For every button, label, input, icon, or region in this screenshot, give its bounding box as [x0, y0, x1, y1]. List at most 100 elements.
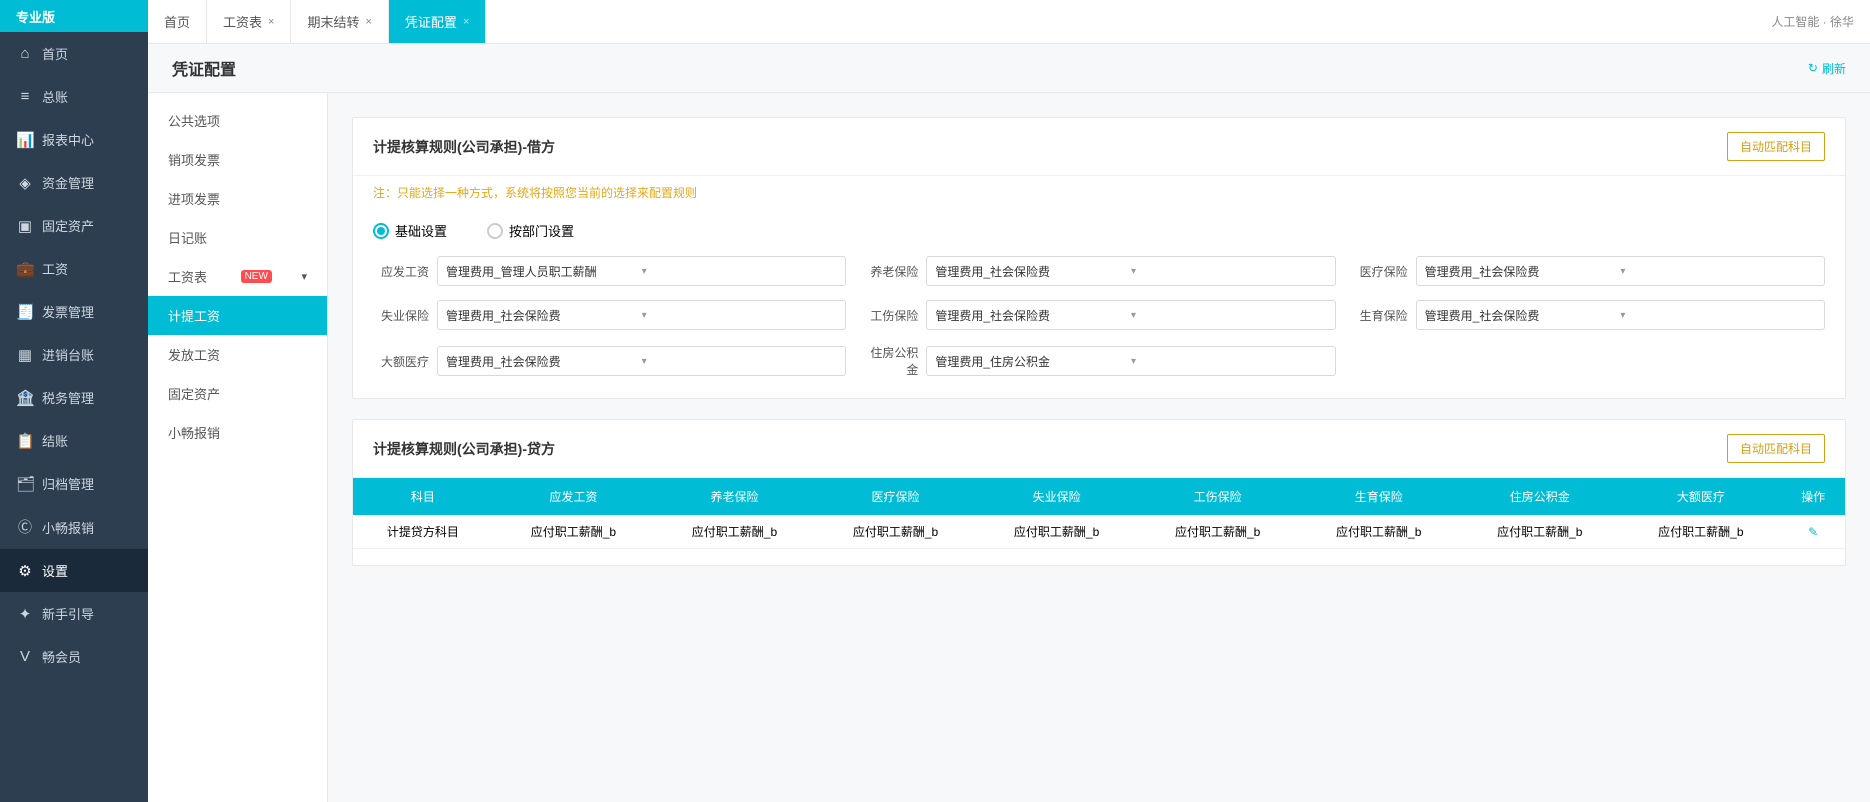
- th-yiliao: 医疗保险: [815, 478, 976, 515]
- table-header: 科目 应发工资 养老保险 医疗保险 失业保险 工伤保险 生育保险 住房公积金 大…: [353, 478, 1845, 515]
- sidebar-item-label: 税务管理: [42, 388, 94, 407]
- radio-basic-circle: [373, 223, 389, 239]
- select-gongshang-value: 管理费用_社会保险费: [935, 307, 1131, 324]
- nav-purchase-invoice[interactable]: 进项发票: [148, 179, 327, 218]
- new-badge: NEW: [241, 270, 272, 283]
- select-arrow-icon: ▾: [1131, 266, 1327, 277]
- nav-sales-invoice[interactable]: 销项发票: [148, 140, 327, 179]
- label-yiliao: 医疗保险: [1352, 263, 1408, 280]
- radio-dept-circle: [487, 223, 503, 239]
- tab-voucher[interactable]: 凭证配置 ×: [389, 0, 486, 43]
- sidebar-item-xiaochang[interactable]: Ⓒ 小畅报销: [0, 505, 148, 549]
- form-row-shiye: 失业保险 管理费用_社会保险费 ▾: [373, 300, 846, 330]
- td-action[interactable]: ✎: [1781, 515, 1845, 549]
- funds-icon: ◈: [16, 174, 34, 192]
- tab-period-close[interactable]: ×: [365, 16, 371, 28]
- select-arrow-icon: ▾: [642, 356, 838, 367]
- th-shiye: 失业保险: [976, 478, 1137, 515]
- tab-bar: 首页 工资表 × 期末结转 × 凭证配置 × 人工智能 · 徐华: [148, 0, 1870, 44]
- form-row-gongshang: 工伤保险 管理费用_社会保险费 ▾: [862, 300, 1335, 330]
- main-content: 计提核算规则(公司承担)-借方 自动匹配科目 注：只能选择一种方式，系统将按照您…: [328, 93, 1870, 802]
- td-subject: 计提贷方科目: [353, 515, 493, 549]
- sidebar-item-label: 工资: [42, 259, 68, 278]
- tab-salary[interactable]: 工资表 ×: [207, 0, 291, 43]
- radio-dept[interactable]: 按部门设置: [487, 221, 574, 240]
- auto-match-debit-button[interactable]: 自动匹配科目: [1727, 132, 1825, 161]
- tax-icon: 🏦: [16, 389, 34, 407]
- th-yingfa: 应发工资: [493, 478, 654, 515]
- auto-match-credit-button[interactable]: 自动匹配科目: [1727, 434, 1825, 463]
- select-arrow-icon: ▾: [642, 266, 838, 277]
- nav-xiaochang-expense[interactable]: 小畅报销: [148, 413, 327, 452]
- section-credit: 计提核算规则(公司承担)-贷方 自动匹配科目 科目 应发工资 养老保险 医疗保险…: [352, 419, 1846, 566]
- refresh-label: 刷新: [1822, 60, 1846, 77]
- main-area: 首页 工资表 × 期末结转 × 凭证配置 × 人工智能 · 徐华 凭证配置 ↻ …: [148, 0, 1870, 802]
- select-yanglao[interactable]: 管理费用_社会保险费 ▾: [926, 256, 1335, 286]
- invoice-icon: 🧾: [16, 303, 34, 321]
- label-gongjijin: 住房公积金: [862, 344, 918, 378]
- select-daeyiliao[interactable]: 管理费用_社会保险费 ▾: [437, 346, 846, 376]
- nav-calc-salary[interactable]: 计提工资: [148, 296, 327, 335]
- select-gongjijin[interactable]: 管理费用_住房公积金 ▾: [926, 346, 1335, 376]
- assets-icon: ▣: [16, 217, 34, 235]
- refresh-button[interactable]: ↻ 刷新: [1808, 60, 1846, 77]
- settings-icon: ⚙: [16, 562, 34, 580]
- select-shengyu-value: 管理费用_社会保险费: [1425, 307, 1621, 324]
- th-action: 操作: [1781, 478, 1845, 515]
- sidebar-item-label: 发票管理: [42, 302, 94, 321]
- nav-journal[interactable]: 日记账: [148, 218, 327, 257]
- select-shiye-value: 管理费用_社会保险费: [446, 307, 642, 324]
- th-gongjijin: 住房公积金: [1459, 478, 1620, 515]
- form-row-gongjijin: 住房公积金 管理费用_住房公积金 ▾: [862, 344, 1335, 378]
- label-gongshang: 工伤保险: [862, 307, 918, 324]
- sidebar-item-label: 进销台账: [42, 345, 94, 364]
- nav-salary-table[interactable]: 工资表 NEW ▾: [148, 257, 327, 296]
- sidebar-item-settings[interactable]: ⚙ 设置: [0, 549, 148, 592]
- guide-icon: ✦: [16, 605, 34, 623]
- sidebar-item-archive[interactable]: 🗂 归档管理: [0, 462, 148, 505]
- select-arrow-icon: ▾: [1131, 310, 1327, 321]
- tab-salary-close[interactable]: ×: [268, 16, 274, 28]
- sidebar-item-assets[interactable]: ▣ 固定资产: [0, 204, 148, 247]
- nav-fixed-assets[interactable]: 固定资产: [148, 374, 327, 413]
- sidebar-item-guide[interactable]: ✦ 新手引导: [0, 592, 148, 635]
- select-arrow-icon: ▾: [1620, 310, 1816, 321]
- tab-voucher-close[interactable]: ×: [463, 16, 469, 28]
- sidebar-item-report[interactable]: 📊 报表中心: [0, 118, 148, 161]
- section-credit-title: 计提核算规则(公司承担)-贷方: [373, 439, 555, 459]
- nav-salary-table-label: 工资表: [168, 267, 207, 286]
- select-shiye[interactable]: 管理费用_社会保险费 ▾: [437, 300, 846, 330]
- sidebar-item-salary[interactable]: 💼 工资: [0, 247, 148, 290]
- label-shengyu: 生育保险: [1352, 307, 1408, 324]
- sidebar-item-stock[interactable]: ▦ 进销台账: [0, 333, 148, 376]
- tab-home[interactable]: 首页: [148, 0, 207, 43]
- sidebar-item-invoice[interactable]: 🧾 发票管理: [0, 290, 148, 333]
- xiaochang-icon: Ⓒ: [16, 517, 34, 537]
- nav-journal-label: 日记账: [168, 228, 207, 247]
- nav-public[interactable]: 公共选项: [148, 101, 327, 140]
- sidebar-item-vip[interactable]: V 畅会员: [0, 635, 148, 678]
- sidebar-item-label: 设置: [42, 561, 68, 580]
- archive-icon: 🗂: [16, 475, 34, 493]
- table-row: 计提贷方科目 应付职工薪酬_b 应付职工薪酬_b 应付职工薪酬_b 应付职工薪酬…: [353, 515, 1845, 549]
- select-yiliao[interactable]: 管理费用_社会保险费 ▾: [1416, 256, 1825, 286]
- sidebar-item-close[interactable]: 📋 结账: [0, 419, 148, 462]
- tab-voucher-label: 凭证配置: [405, 12, 457, 31]
- select-shengyu[interactable]: 管理费用_社会保险费 ▾: [1416, 300, 1825, 330]
- section-credit-header: 计提核算规则(公司承担)-贷方 自动匹配科目: [353, 420, 1845, 478]
- sidebar-item-ledger[interactable]: ≡ 总账: [0, 75, 148, 118]
- sidebar-item-tax[interactable]: 🏦 税务管理: [0, 376, 148, 419]
- tab-period[interactable]: 期末结转 ×: [291, 0, 388, 43]
- credit-table: 科目 应发工资 养老保险 医疗保险 失业保险 工伤保险 生育保险 住房公积金 大…: [353, 478, 1845, 549]
- select-arrow-icon: ▾: [1131, 356, 1327, 367]
- select-gongshang[interactable]: 管理费用_社会保险费 ▾: [926, 300, 1335, 330]
- home-icon: ⌂: [16, 45, 34, 62]
- sidebar-item-funds[interactable]: ◈ 资金管理: [0, 161, 148, 204]
- td-daeyiliao: 应付职工薪酬_b: [1620, 515, 1781, 549]
- label-daeyiliao: 大额医疗: [373, 353, 429, 370]
- radio-basic[interactable]: 基础设置: [373, 221, 447, 240]
- sidebar-item-home[interactable]: ⌂ 首页: [0, 32, 148, 75]
- th-subject: 科目: [353, 478, 493, 515]
- nav-pay-salary[interactable]: 发放工资: [148, 335, 327, 374]
- select-yingfa[interactable]: 管理费用_管理人员职工薪酬 ▾: [437, 256, 846, 286]
